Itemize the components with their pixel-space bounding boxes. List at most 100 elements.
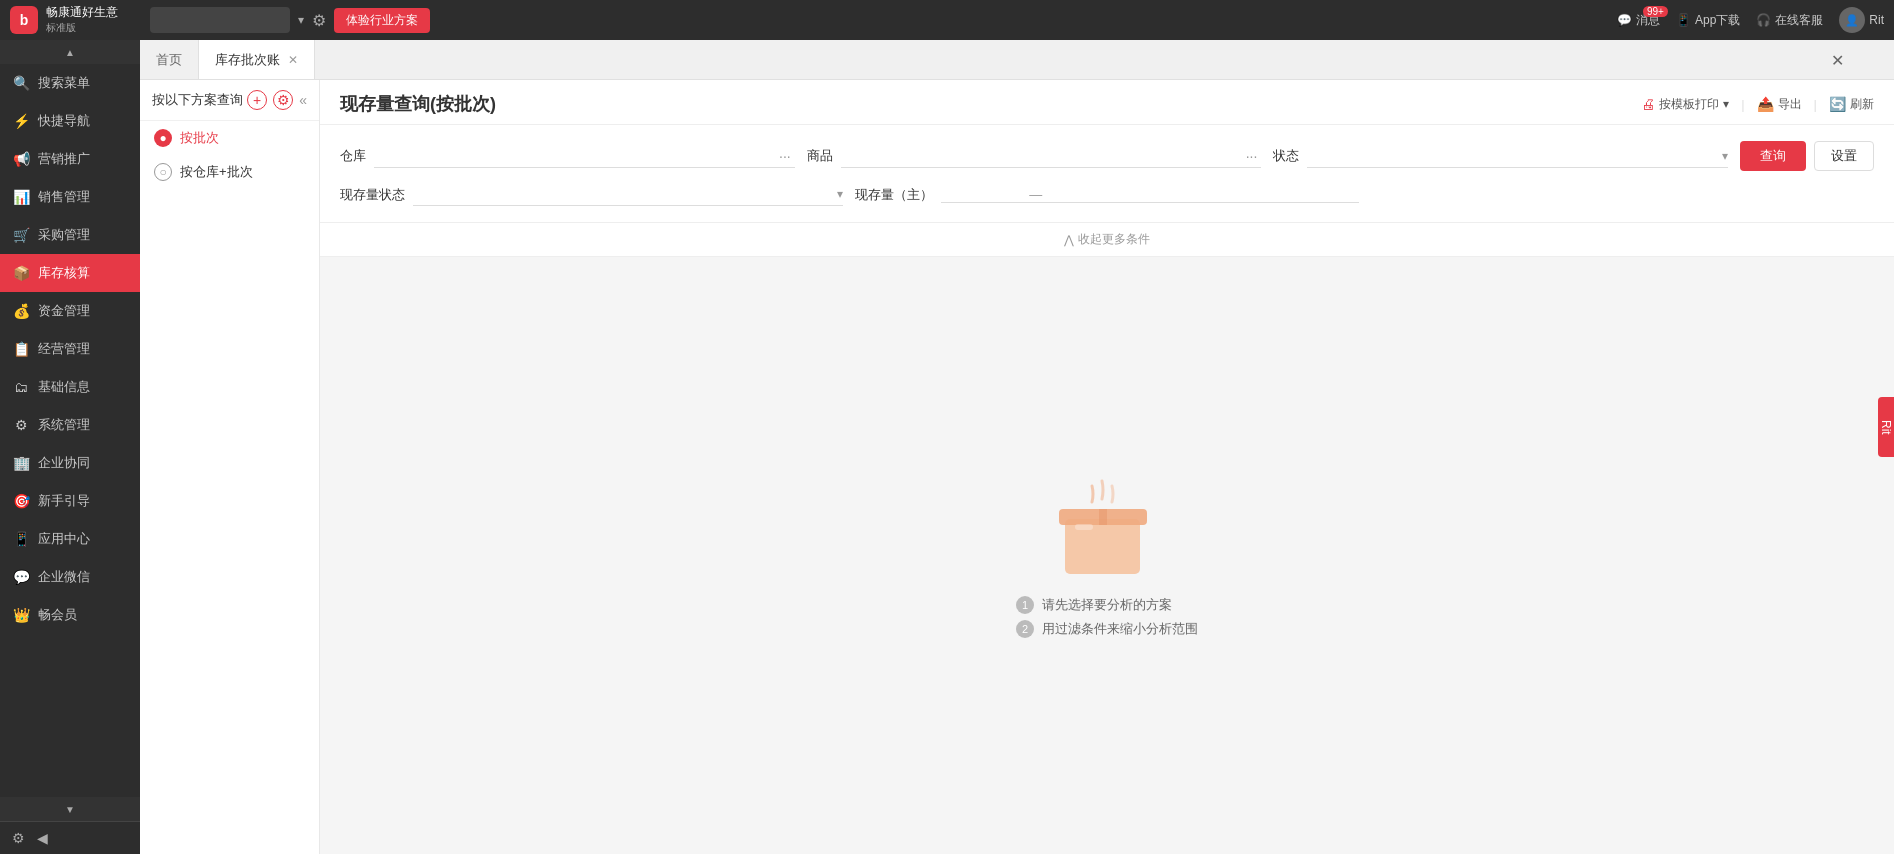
marketing-icon: 📢 bbox=[12, 150, 30, 168]
product-more-icon[interactable]: ··· bbox=[1242, 148, 1262, 164]
scheme-settings-button[interactable]: ⚙ bbox=[273, 90, 293, 110]
sidebar-item-member[interactable]: 👑 畅会员 bbox=[0, 596, 140, 634]
message-icon: 💬 bbox=[1617, 13, 1632, 27]
scheme-item-batch[interactable]: ● 按批次 bbox=[140, 121, 319, 155]
stock-qty-dash: — bbox=[1021, 187, 1050, 202]
content-area: 首页 库存批次账 ✕ ✕ 按以下方案查询 + ⚙ bbox=[140, 40, 1894, 854]
product-input-wrap: ··· bbox=[841, 144, 1262, 168]
stock-status-dropdown-icon[interactable]: ▾ bbox=[837, 187, 843, 201]
page-title: 现存量查询(按批次) bbox=[340, 92, 496, 116]
sidebar-label-inventory: 库存核算 bbox=[38, 264, 90, 282]
product-input[interactable] bbox=[841, 144, 1242, 167]
status-dropdown-icon[interactable]: ▾ bbox=[1722, 149, 1728, 163]
query-button[interactable]: 查询 bbox=[1740, 141, 1806, 171]
filter-row-1: 仓库 ··· 商品 ··· bbox=[340, 141, 1874, 171]
settings-icon: ⚙ bbox=[277, 92, 290, 108]
sidebar-item-marketing[interactable]: 📢 营销推广 bbox=[0, 140, 140, 178]
sidebar-item-basic[interactable]: 🗂 基础信息 bbox=[0, 368, 140, 406]
basic-icon: 🗂 bbox=[12, 378, 30, 396]
svg-rect-3 bbox=[1075, 524, 1093, 530]
empty-state: 1 请先选择要分析的方案 2 用过滤条件来缩小分析范围 bbox=[320, 257, 1894, 854]
add-scheme-button[interactable]: + bbox=[247, 90, 267, 110]
empty-svg bbox=[1047, 474, 1167, 584]
app-download-item[interactable]: 📱 App下载 bbox=[1676, 12, 1740, 29]
sidebar-bottom: ⚙ ◀ bbox=[0, 821, 140, 854]
stock-qty-from-input[interactable] bbox=[941, 187, 1021, 202]
filter-status: 状态 ▾ bbox=[1273, 145, 1728, 168]
user-name: Rit bbox=[1869, 13, 1884, 27]
sidebar-scroll-up[interactable]: ▲ bbox=[0, 40, 140, 64]
left-panel-actions: + ⚙ « bbox=[247, 90, 307, 110]
trial-button[interactable]: 体验行业方案 bbox=[334, 8, 430, 33]
message-item[interactable]: 💬 消息 99+ bbox=[1617, 12, 1660, 29]
left-panel-title: 按以下方案查询 bbox=[152, 91, 243, 109]
add-icon: + bbox=[253, 92, 261, 108]
tip-num-2: 2 bbox=[1016, 620, 1034, 638]
sidebar-item-wechat[interactable]: 💬 企业微信 bbox=[0, 558, 140, 596]
refresh-button[interactable]: 🔄 刷新 bbox=[1829, 96, 1874, 113]
inventory-icon: 📦 bbox=[12, 264, 30, 282]
scheme-warehouse-batch-label: 按仓库+批次 bbox=[180, 163, 253, 181]
user-avatar-item[interactable]: 👤 Rit bbox=[1839, 7, 1884, 33]
sidebar-item-quicknav[interactable]: ⚡ 快捷导航 bbox=[0, 102, 140, 140]
stock-qty-to-input[interactable] bbox=[1050, 187, 1130, 202]
stock-qty-wrap: — bbox=[941, 187, 1358, 203]
warehouse-input[interactable] bbox=[374, 144, 775, 167]
app-download-label: App下载 bbox=[1695, 12, 1740, 29]
sidebar-item-finance[interactable]: 💰 资金管理 bbox=[0, 292, 140, 330]
sidebar-item-enterprise[interactable]: 🏢 企业协同 bbox=[0, 444, 140, 482]
scheme-item-warehouse-batch[interactable]: ○ 按仓库+批次 bbox=[140, 155, 319, 189]
left-panel-header: 按以下方案查询 + ⚙ « bbox=[140, 80, 319, 121]
tab-bar-close-button[interactable]: ✕ bbox=[1831, 50, 1844, 69]
filter-settings-button[interactable]: 设置 bbox=[1814, 141, 1874, 171]
sidebar-item-inventory[interactable]: 📦 库存核算 bbox=[0, 254, 140, 292]
sidebar-item-system[interactable]: ⚙ 系统管理 bbox=[0, 406, 140, 444]
online-service-item[interactable]: 🎧 在线客服 bbox=[1756, 12, 1823, 29]
filter-stock-qty: 现存量（主） — bbox=[855, 186, 1358, 204]
sidebar-label-system: 系统管理 bbox=[38, 416, 90, 434]
filter-stock-status: 现存量状态 ▾ bbox=[340, 183, 843, 206]
tab-home[interactable]: 首页 bbox=[140, 40, 199, 79]
filter-product: 商品 ··· bbox=[807, 144, 1262, 168]
sidebar-item-operations[interactable]: 📋 经营管理 bbox=[0, 330, 140, 368]
collapse-row: ⋀ 收起更多条件 bbox=[320, 223, 1894, 257]
sidebar-label-purchase: 采购管理 bbox=[38, 226, 90, 244]
tab-close-icon[interactable]: ✕ bbox=[288, 53, 298, 67]
topbar-gear-icon[interactable]: ⚙ bbox=[312, 11, 326, 30]
online-service-icon: 🎧 bbox=[1756, 13, 1771, 27]
finance-icon: 💰 bbox=[12, 302, 30, 320]
scheme-inactive-icon: ○ bbox=[154, 163, 172, 181]
tab-home-label: 首页 bbox=[156, 51, 182, 69]
tip-text-2: 用过滤条件来缩小分析范围 bbox=[1042, 620, 1198, 638]
sidebar-label-basic: 基础信息 bbox=[38, 378, 90, 396]
sidebar-label-newbie: 新手引导 bbox=[38, 492, 90, 510]
sidebar-item-search[interactable]: 🔍 搜索菜单 bbox=[0, 64, 140, 102]
sidebar-item-newbie[interactable]: 🎯 新手引导 bbox=[0, 482, 140, 520]
app-logo: b 畅康通好生意 标准版 bbox=[10, 5, 150, 35]
stock-status-select-wrap[interactable]: ▾ bbox=[413, 183, 843, 206]
sidebar-item-purchase[interactable]: 🛒 采购管理 bbox=[0, 216, 140, 254]
app-download-icon: 📱 bbox=[1676, 13, 1691, 27]
empty-illustration bbox=[1047, 474, 1167, 584]
warehouse-more-icon[interactable]: ··· bbox=[775, 148, 795, 164]
sidebar-settings-icon[interactable]: ⚙ bbox=[12, 830, 25, 846]
collapse-up-icon: ⋀ bbox=[1064, 233, 1074, 247]
tab-inventory-batch[interactable]: 库存批次账 ✕ bbox=[199, 40, 315, 79]
sidebar-collapse-icon[interactable]: ◀ bbox=[37, 830, 48, 846]
print-button[interactable]: 🖨 按模板打印 ▾ bbox=[1641, 96, 1729, 113]
sidebar-item-appcenter[interactable]: 📱 应用中心 bbox=[0, 520, 140, 558]
divider-1: | bbox=[1741, 97, 1744, 112]
sidebar-label-member: 畅会员 bbox=[38, 606, 77, 624]
topbar-dropdown-icon[interactable]: ▾ bbox=[298, 13, 304, 27]
status-select-wrap[interactable]: ▾ bbox=[1307, 145, 1728, 168]
topbar-search-input[interactable] bbox=[150, 7, 290, 33]
sidebar-item-sales[interactable]: 📊 销售管理 bbox=[0, 178, 140, 216]
collapse-filter-button[interactable]: ⋀ 收起更多条件 bbox=[1064, 231, 1150, 248]
right-edge-toggle[interactable]: Rit bbox=[1878, 397, 1894, 457]
sidebar-scroll-down[interactable]: ▼ bbox=[0, 797, 140, 821]
export-button[interactable]: 📤 导出 bbox=[1757, 96, 1802, 113]
print-dropdown-icon[interactable]: ▾ bbox=[1723, 97, 1729, 111]
sidebar-label-enterprise: 企业协同 bbox=[38, 454, 90, 472]
left-panel-collapse-button[interactable]: « bbox=[299, 92, 307, 108]
sidebar-label-appcenter: 应用中心 bbox=[38, 530, 90, 548]
